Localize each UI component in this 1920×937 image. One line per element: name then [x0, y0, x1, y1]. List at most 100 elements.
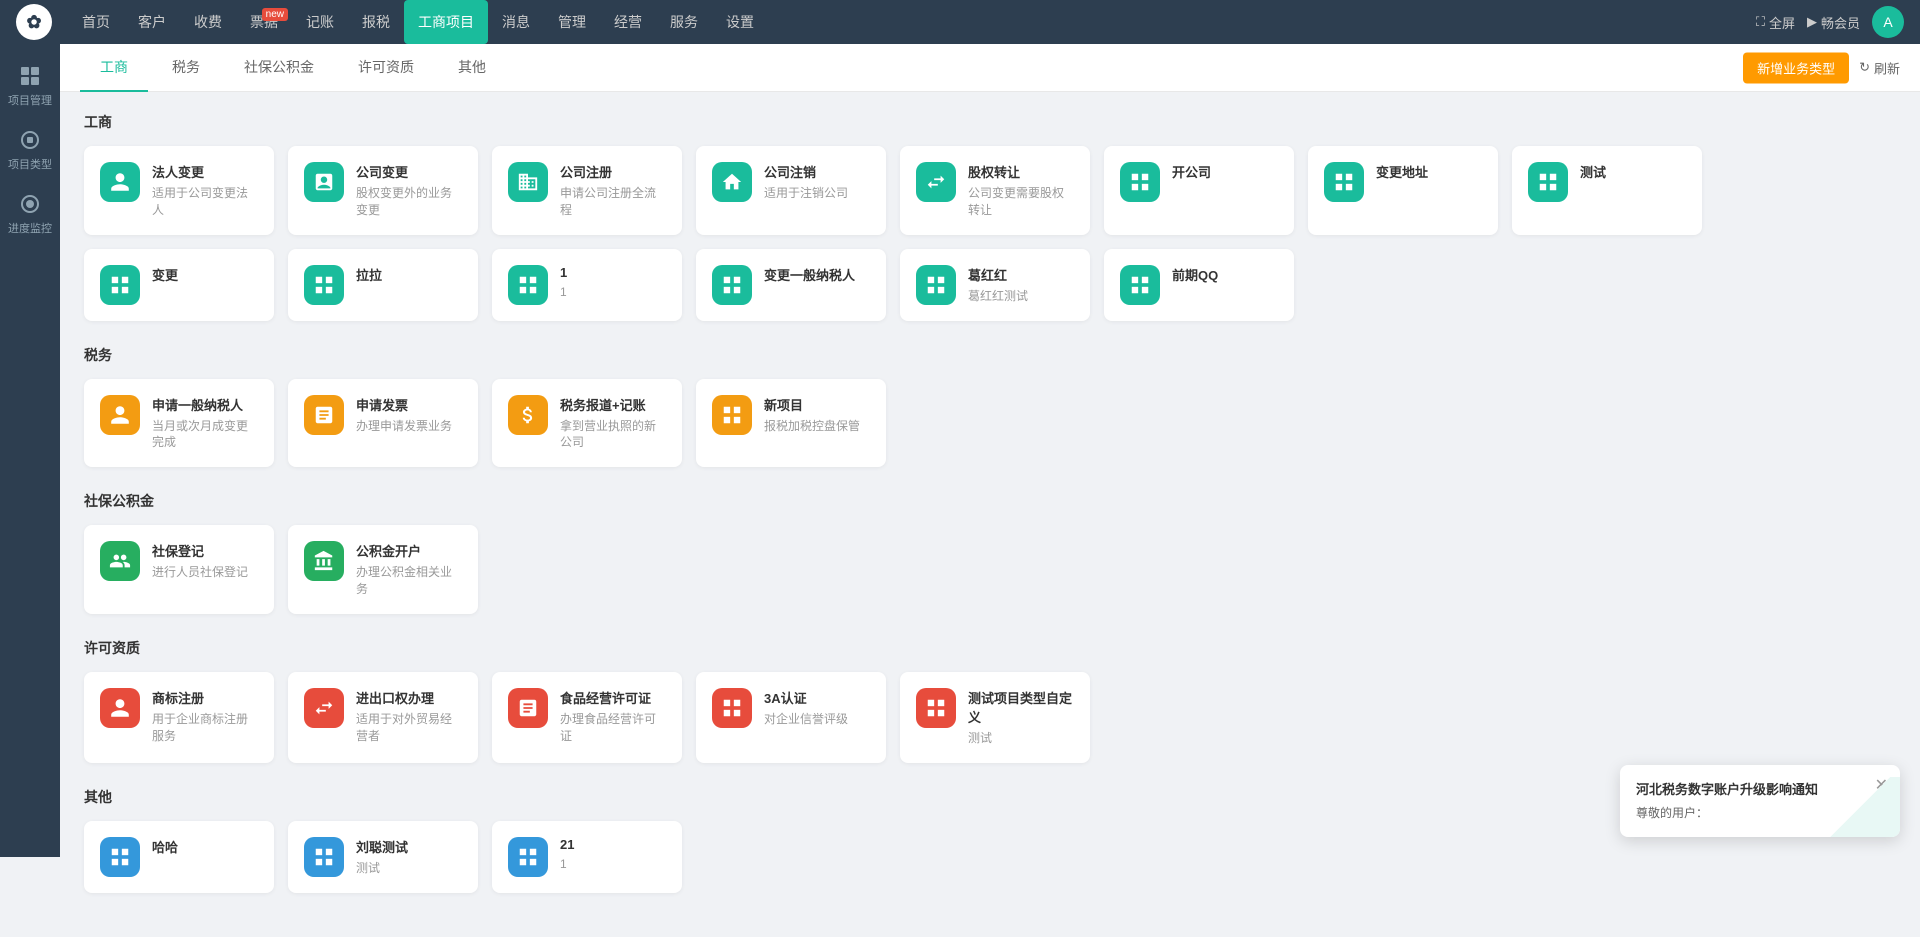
card-icon-gongsi-zc	[508, 162, 548, 202]
nav-billing[interactable]: 收费	[180, 0, 236, 44]
card-text-lc-cs: 刘聪测试 测试	[356, 837, 462, 877]
tab-other[interactable]: 其他	[438, 44, 506, 92]
card-icon-xin-xm	[712, 395, 752, 435]
card-text-21: 21 1	[560, 837, 666, 873]
gongshang-cards-grid: 法人变更 适用于公司变更法人 公司变更 股权变更外的业务变更	[84, 146, 1896, 321]
card-bg-yiban[interactable]: 变更一般纳税人	[696, 249, 886, 321]
card-text-sb-dj: 社保登记 进行人员社保登记	[152, 541, 258, 581]
nav-message[interactable]: 消息	[488, 0, 544, 44]
card-gongsi-zhuce[interactable]: 公司注册 申请公司注册全流程	[492, 146, 682, 235]
card-shenqing-yiban[interactable]: 申请一般纳税人 当月或次月成变更完成	[84, 379, 274, 468]
card-text-1: 1 1	[560, 265, 666, 301]
fullscreen-icon: ⛶	[1756, 14, 1765, 30]
sidebar: 项目管理 项目类型 进度监控	[0, 44, 60, 857]
card-biangeng[interactable]: 变更	[84, 249, 274, 321]
card-gongsi-biangeng[interactable]: 公司变更 股权变更外的业务变更	[288, 146, 478, 235]
notification-popup: ✕ 河北税务数字账户升级影响通知 尊敬的用户：	[1620, 765, 1900, 837]
card-icon-jck-bl	[304, 688, 344, 728]
shebao-cards-grid: 社保登记 进行人员社保登记 公积金开户 办理公积金相关业务	[84, 525, 1896, 614]
card-kai-gongsi[interactable]: 开公司	[1104, 146, 1294, 235]
nav-menu: 首页 客户 收费 票据 new 记账 报税 工商项目 消息 管理 经营 服务 设…	[68, 0, 1756, 44]
card-text-bg: 变更	[152, 265, 258, 288]
card-text-faren: 法人变更 适用于公司变更法人	[152, 162, 258, 219]
card-icon-cs	[1528, 162, 1568, 202]
card-icon-gongsi-bg	[304, 162, 344, 202]
card-text-sq-fp: 申请发票 办理申请发票业务	[356, 395, 462, 435]
card-ceshi-leixing[interactable]: 测试项目类型自定义 测试	[900, 672, 1090, 763]
shuiwu-cards-grid: 申请一般纳税人 当月或次月成变更完成 申请发票 办理申请发票业务 税务报道+	[84, 379, 1896, 468]
card-biangeng-dizhi[interactable]: 变更地址	[1308, 146, 1498, 235]
nav-home[interactable]: 首页	[68, 0, 124, 44]
nav-industrial[interactable]: 工商项目	[404, 0, 488, 44]
nav-tax[interactable]: 报税	[348, 0, 404, 44]
sidebar-item-project-type[interactable]: 项目类型	[0, 118, 60, 182]
card-text-cs: 测试	[1580, 162, 1686, 185]
card-text-sb-zc: 商标注册 用于企业商标注册服务	[152, 688, 258, 745]
card-text-haha: 哈哈	[152, 837, 258, 860]
card-text-gjj-kh: 公积金开户 办理公积金相关业务	[356, 541, 462, 598]
card-text-xin-xm: 新项目 报税加税控盘保管	[764, 395, 870, 435]
nav-bookkeeping[interactable]: 记账	[292, 0, 348, 44]
tab-tax[interactable]: 税务	[152, 44, 220, 92]
nav-operation[interactable]: 经营	[600, 0, 656, 44]
tab-license[interactable]: 许可资质	[338, 44, 434, 92]
card-qianqi-qq[interactable]: 前期QQ	[1104, 249, 1294, 321]
nav-right-actions: ⛶ 全屏 ▶ 畅会员 A	[1756, 6, 1904, 38]
card-icon-faren	[100, 162, 140, 202]
user-avatar[interactable]: A	[1872, 6, 1904, 38]
card-icon-gjj-kh	[304, 541, 344, 581]
nav-management[interactable]: 管理	[544, 0, 600, 44]
nav-customer[interactable]: 客户	[124, 0, 180, 44]
sidebar-item-project-management[interactable]: 项目管理	[0, 54, 60, 118]
card-icon-bg-dz	[1324, 162, 1364, 202]
section-title-shebao: 社保公积金	[84, 491, 1896, 511]
card-gongsi-zhuxiao[interactable]: 公司注销 适用于注销公司	[696, 146, 886, 235]
fullscreen-button[interactable]: ⛶ 全屏	[1756, 13, 1795, 32]
card-text-gq-zr: 股权转让 公司变更需要股权转让	[968, 162, 1074, 219]
card-icon-gq-zr	[916, 162, 956, 202]
card-shenqing-fapiao[interactable]: 申请发票 办理申请发票业务	[288, 379, 478, 468]
card-3a-renzheng[interactable]: 3A认证 对企业信誉评级	[696, 672, 886, 763]
card-text-ll: 拉拉	[356, 265, 462, 288]
vip-button[interactable]: ▶ 畅会员	[1807, 13, 1860, 32]
card-text-ghh: 葛红红 葛红红测试	[968, 265, 1074, 305]
new-type-button[interactable]: 新增业务类型	[1743, 52, 1849, 83]
card-1[interactable]: 1 1	[492, 249, 682, 321]
nav-ticket[interactable]: 票据 new	[236, 0, 292, 44]
logo[interactable]: ✿	[16, 4, 52, 40]
card-icon-bg	[100, 265, 140, 305]
tab-industrial[interactable]: 工商	[80, 44, 148, 92]
card-shebao-dengji[interactable]: 社保登记 进行人员社保登记	[84, 525, 274, 614]
card-gehonghong[interactable]: 葛红红 葛红红测试	[900, 249, 1090, 321]
card-ceshi[interactable]: 测试	[1512, 146, 1702, 235]
sidebar-item-progress-monitor[interactable]: 进度监控	[0, 182, 60, 246]
card-jinchukou-banli[interactable]: 进出口权办理 适用于对外贸易经营者	[288, 672, 478, 763]
refresh-button[interactable]: ↻ 刷新	[1859, 58, 1900, 77]
card-icon-qq	[1120, 265, 1160, 305]
card-text-qq: 前期QQ	[1172, 265, 1278, 288]
card-text-sq-yb: 申请一般纳税人 当月或次月成变更完成	[152, 395, 258, 452]
section-title-xuke: 许可资质	[84, 638, 1896, 658]
card-shuiwu-baodao[interactable]: 税务报道+记账 拿到营业执照的新公司	[492, 379, 682, 468]
card-icon-sw-bd	[508, 395, 548, 435]
nav-service[interactable]: 服务	[656, 0, 712, 44]
tab-social-security[interactable]: 社保公积金	[224, 44, 334, 92]
card-icon-cs-lx	[916, 688, 956, 728]
top-navigation: ✿ 首页 客户 收费 票据 new 记账 报税 工商项目 消息 管理 经营 服务…	[0, 0, 1920, 44]
card-lala[interactable]: 拉拉	[288, 249, 478, 321]
card-guquan-zhuanrang[interactable]: 股权转让 公司变更需要股权转让	[900, 146, 1090, 235]
card-icon-sb-zc	[100, 688, 140, 728]
card-xin-xiangmu[interactable]: 新项目 报税加税控盘保管	[696, 379, 886, 468]
nav-settings[interactable]: 设置	[712, 0, 768, 44]
card-icon-gongsi-zx	[712, 162, 752, 202]
card-shipin-xuke[interactable]: 食品经营许可证 办理食品经营许可证	[492, 672, 682, 763]
card-text-kai-gs: 开公司	[1172, 162, 1278, 185]
progress-monitor-icon	[18, 192, 42, 216]
xuke-cards-grid: 商标注册 用于企业商标注册服务 进出口权办理 适用于对外贸易经营者 食品经营	[84, 672, 1896, 763]
card-shangbiao-zhuce[interactable]: 商标注册 用于企业商标注册服务	[84, 672, 274, 763]
card-faren-biangeng[interactable]: 法人变更 适用于公司变更法人	[84, 146, 274, 235]
section-title-gongshang: 工商	[84, 112, 1896, 132]
card-text-bg-dz: 变更地址	[1376, 162, 1482, 185]
card-gongjijin-kaihu[interactable]: 公积金开户 办理公积金相关业务	[288, 525, 478, 614]
vip-icon: ▶	[1807, 14, 1817, 30]
